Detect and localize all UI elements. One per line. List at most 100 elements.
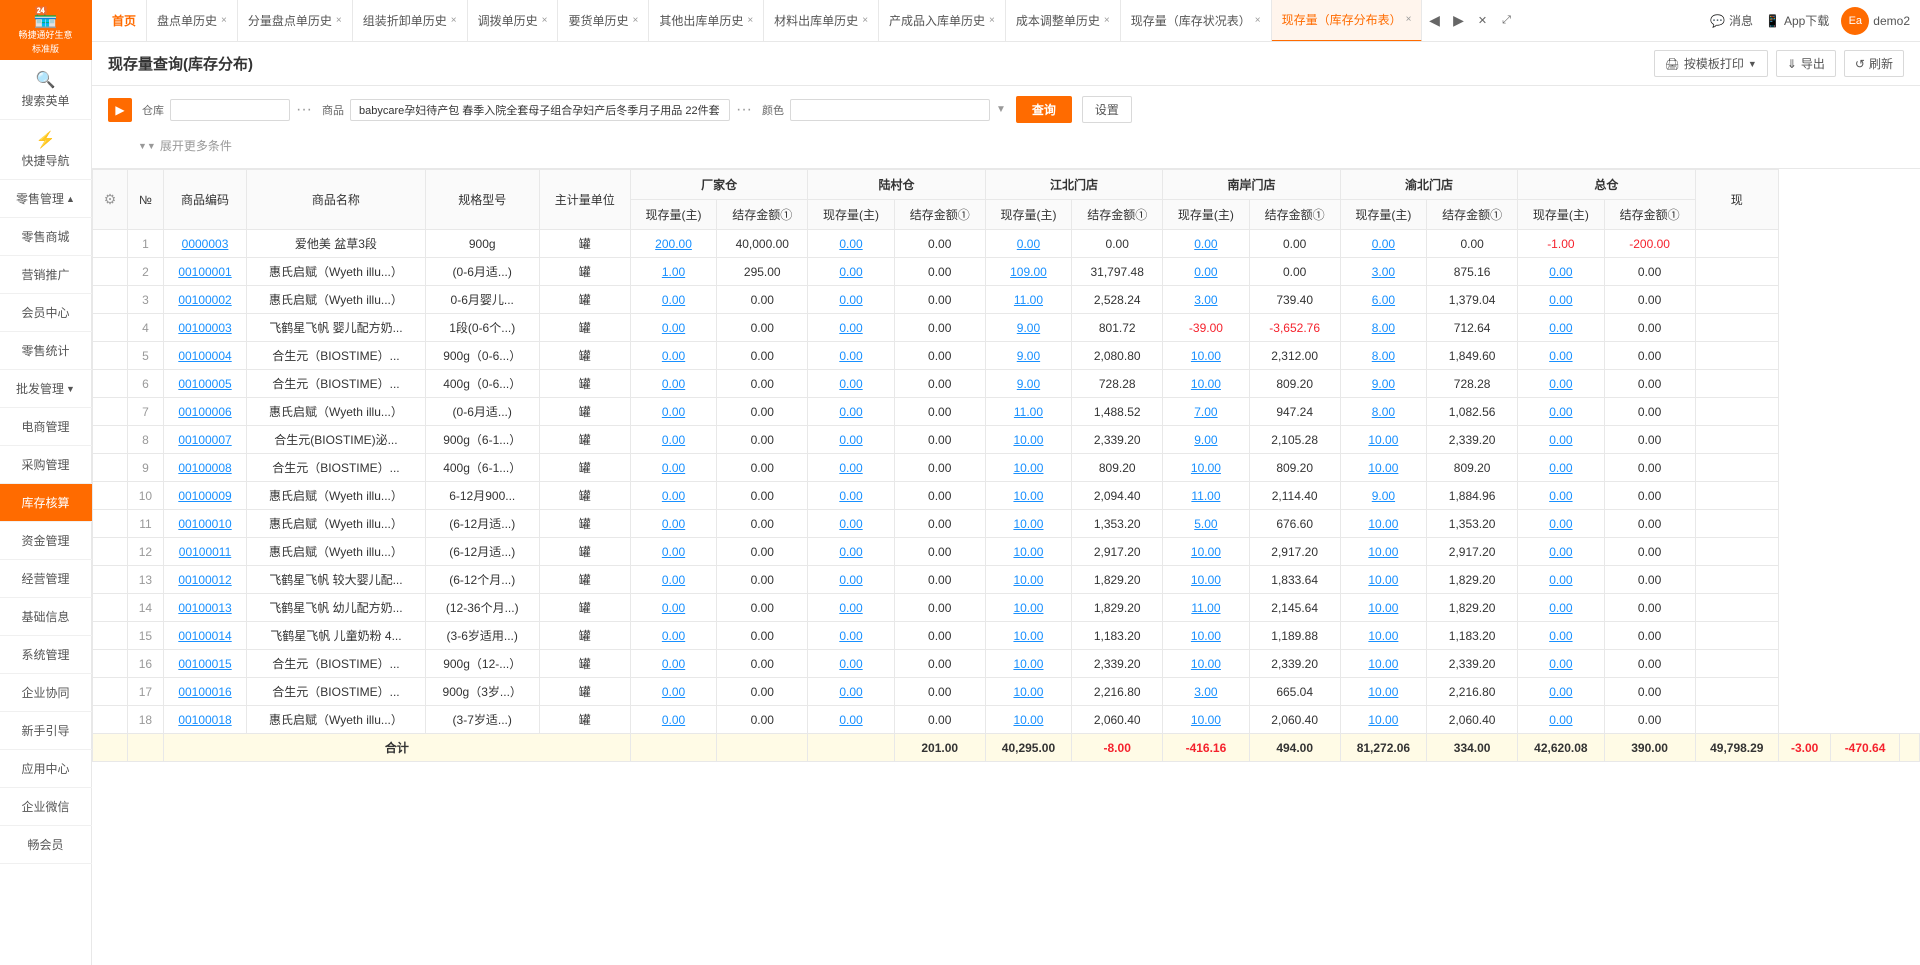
table-cell[interactable]: 0.00 <box>630 482 716 510</box>
table-cell[interactable]: 0.00 <box>630 594 716 622</box>
table-cell[interactable]: 8.00 <box>1340 398 1426 426</box>
message-btn[interactable]: 💬 消息 <box>1710 12 1753 29</box>
tab-close-icon[interactable]: × <box>542 15 548 26</box>
table-cell[interactable]: 9.00 <box>985 314 1071 342</box>
tab-close-icon[interactable]: × <box>1406 14 1412 25</box>
table-cell[interactable]: 10.00 <box>1163 370 1249 398</box>
table-cell[interactable]: 0.00 <box>808 286 894 314</box>
table-cell[interactable]: 10.00 <box>1340 454 1426 482</box>
table-cell[interactable]: 0.00 <box>808 314 894 342</box>
table-cell[interactable]: 1.00 <box>630 258 716 286</box>
table-cell[interactable]: -39.00 <box>1163 314 1249 342</box>
sidebar-item-marketing[interactable]: 营销推广 <box>0 256 92 294</box>
table-cell[interactable]: 0.00 <box>1518 594 1604 622</box>
table-cell[interactable]: 0.00 <box>1340 230 1426 258</box>
tab-close-icon[interactable]: × <box>336 15 342 26</box>
table-cell[interactable]: 10.00 <box>985 622 1071 650</box>
table-cell[interactable]: 10.00 <box>985 566 1071 594</box>
table-cell[interactable]: 10.00 <box>985 482 1071 510</box>
table-cell[interactable]: 11.00 <box>985 398 1071 426</box>
table-cell[interactable]: 6.00 <box>1340 286 1426 314</box>
table-cell[interactable]: 11.00 <box>1163 594 1249 622</box>
tab-cost-adjust[interactable]: 成本调整单历史 × <box>1006 0 1121 42</box>
tab-expand-btn[interactable]: ⤢ <box>1494 9 1518 33</box>
tab-inventory-check[interactable]: 盘点单历史 × <box>147 0 238 42</box>
sidebar-item-purchase[interactable]: 采购管理 <box>0 446 92 484</box>
sidebar-item-wholesale[interactable]: 批发管理 ▼ <box>0 370 92 408</box>
tab-close-icon[interactable]: × <box>747 15 753 26</box>
table-cell[interactable]: 0.00 <box>630 370 716 398</box>
table-cell[interactable]: 0.00 <box>630 510 716 538</box>
tab-close-icon[interactable]: × <box>451 15 457 26</box>
sidebar-item-quick[interactable]: ⚡ 快捷导航 <box>0 120 92 180</box>
table-cell[interactable]: 10.00 <box>1340 622 1426 650</box>
sidebar-item-guide[interactable]: 新手引导 <box>0 712 92 750</box>
table-cell[interactable]: 0.00 <box>630 566 716 594</box>
table-cell[interactable]: 7.00 <box>1163 398 1249 426</box>
tab-other-outbound[interactable]: 其他出库单历史 × <box>649 0 764 42</box>
th-settings[interactable]: ⚙ <box>93 170 128 230</box>
table-cell[interactable]: -1.00 <box>1518 230 1604 258</box>
tab-product-inbound[interactable]: 产成品入库单历史 × <box>879 0 1006 42</box>
table-cell[interactable]: 0.00 <box>630 678 716 706</box>
table-cell[interactable]: 10.00 <box>1340 510 1426 538</box>
table-cell[interactable]: 0.00 <box>808 398 894 426</box>
table-cell[interactable]: 0.00 <box>808 426 894 454</box>
table-cell[interactable]: 9.00 <box>1163 426 1249 454</box>
table-cell[interactable]: 9.00 <box>985 370 1071 398</box>
table-cell[interactable]: 10.00 <box>985 426 1071 454</box>
setting-btn[interactable]: 设置 <box>1082 96 1132 123</box>
table-container[interactable]: ⚙ № 商品编码 商品名称 规格型号 主计量单位 厂家仓 陆村仓 江北门店 南岸… <box>92 169 1920 965</box>
table-cell[interactable]: 0.00 <box>808 538 894 566</box>
table-cell[interactable]: 10.00 <box>1340 706 1426 734</box>
table-cell[interactable]: 00100011 <box>163 538 246 566</box>
table-cell[interactable]: 0.00 <box>808 706 894 734</box>
table-cell[interactable]: 10.00 <box>985 454 1071 482</box>
user-profile[interactable]: Ea demo2 <box>1841 7 1910 35</box>
tab-fraction-check[interactable]: 分量盘点单历史 × <box>238 0 353 42</box>
table-cell[interactable]: 0.00 <box>1518 286 1604 314</box>
table-cell[interactable]: 00100001 <box>163 258 246 286</box>
table-cell[interactable]: 3.00 <box>1163 286 1249 314</box>
sidebar-item-inventory[interactable]: 库存核算 <box>0 484 92 522</box>
app-logo[interactable]: 🏪 畅捷通好生意 标准版 <box>0 0 92 60</box>
table-cell[interactable]: 10.00 <box>1163 342 1249 370</box>
table-cell[interactable]: 5.00 <box>1163 510 1249 538</box>
warehouse-input[interactable] <box>170 99 290 121</box>
table-cell[interactable]: 10.00 <box>1163 566 1249 594</box>
sidebar-item-member[interactable]: 会员中心 <box>0 294 92 332</box>
table-cell[interactable]: 0.00 <box>808 622 894 650</box>
table-cell[interactable]: 10.00 <box>1163 706 1249 734</box>
table-cell[interactable]: 0.00 <box>630 538 716 566</box>
table-cell[interactable]: 109.00 <box>985 258 1071 286</box>
tab-prev-btn[interactable]: ◀ <box>1422 9 1446 33</box>
table-cell[interactable]: 0.00 <box>1518 342 1604 370</box>
table-cell[interactable]: 0.00 <box>985 230 1071 258</box>
tab-close-icon[interactable]: × <box>989 15 995 26</box>
table-cell[interactable]: 0.00 <box>1518 258 1604 286</box>
tab-close-all-btn[interactable]: ✕ <box>1470 9 1494 33</box>
settings-icon[interactable]: ⚙ <box>104 191 117 207</box>
sidebar-item-retail-stat[interactable]: 零售统计 <box>0 332 92 370</box>
warehouse-dots[interactable]: ··· <box>296 101 312 119</box>
app-download-btn[interactable]: 📱 App下载 <box>1765 12 1829 29</box>
table-cell[interactable]: 00100004 <box>163 342 246 370</box>
table-cell[interactable]: 00100018 <box>163 706 246 734</box>
table-cell[interactable]: 10.00 <box>1163 538 1249 566</box>
table-cell[interactable]: 00100003 <box>163 314 246 342</box>
table-cell[interactable]: 0.00 <box>808 650 894 678</box>
table-cell[interactable]: 0.00 <box>630 398 716 426</box>
table-cell[interactable]: 0.00 <box>630 286 716 314</box>
export-btn[interactable]: ⇓ 导出 <box>1776 50 1836 77</box>
tab-transfer[interactable]: 调拨单历史 × <box>468 0 559 42</box>
table-cell[interactable]: 0.00 <box>630 622 716 650</box>
table-cell[interactable]: 0.00 <box>808 342 894 370</box>
table-cell[interactable]: 0.00 <box>808 230 894 258</box>
table-cell[interactable]: 00100015 <box>163 650 246 678</box>
table-cell[interactable]: 0.00 <box>630 706 716 734</box>
table-cell[interactable]: 00100010 <box>163 510 246 538</box>
table-cell[interactable]: 0.00 <box>808 594 894 622</box>
tab-close-icon[interactable]: × <box>632 15 638 26</box>
table-cell[interactable]: 0.00 <box>1518 538 1604 566</box>
table-cell[interactable]: 0.00 <box>1518 566 1604 594</box>
